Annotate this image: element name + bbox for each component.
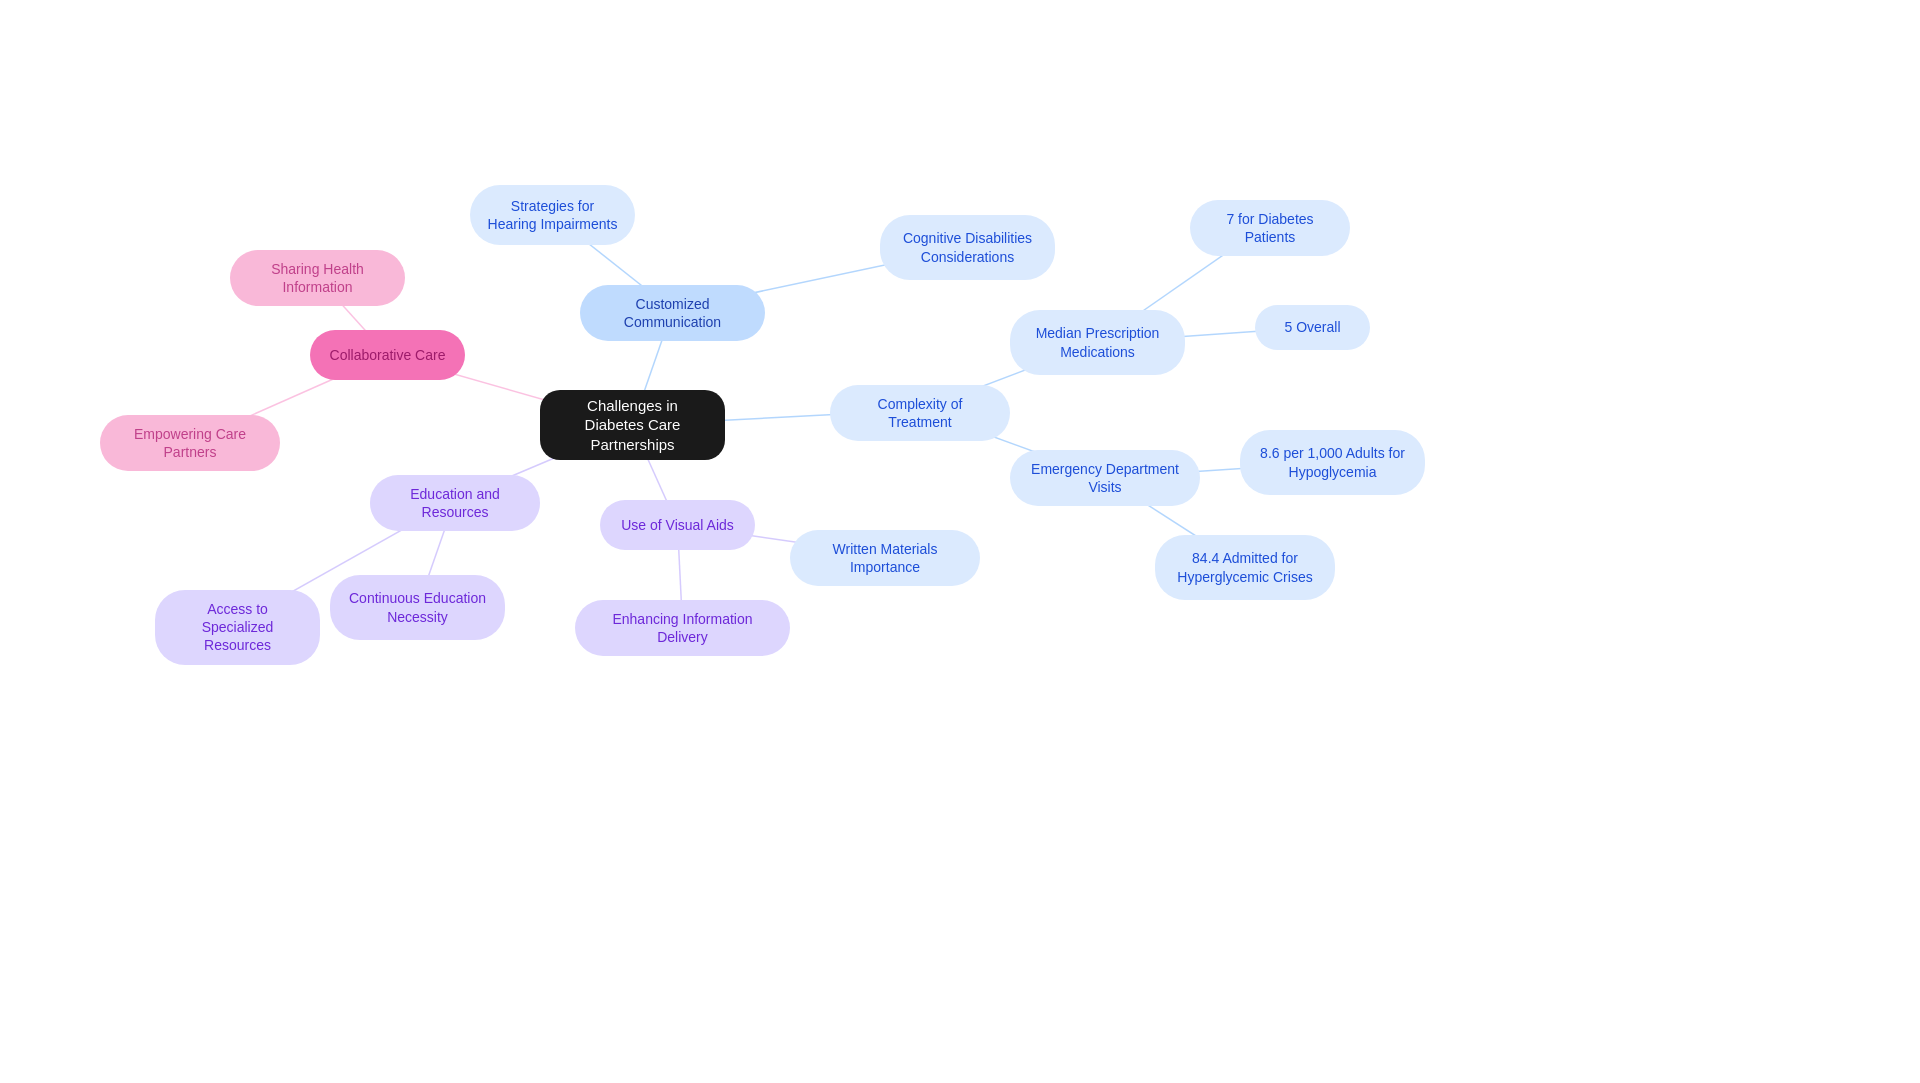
node-access_specialized[interactable]: Access to Specialized Resources bbox=[155, 590, 320, 665]
node-five_overall[interactable]: 5 Overall bbox=[1255, 305, 1370, 350]
node-complexity_treatment[interactable]: Complexity of Treatment bbox=[830, 385, 1010, 441]
node-center[interactable]: Challenges in Diabetes Care Partnerships bbox=[540, 390, 725, 460]
node-enhancing_info[interactable]: Enhancing Information Delivery bbox=[575, 600, 790, 656]
node-sharing_health[interactable]: Sharing Health Information bbox=[230, 250, 405, 306]
node-strategies_hearing[interactable]: Strategies for Hearing Impairments bbox=[470, 185, 635, 245]
mindmap-container: Challenges in Diabetes Care Partnerships… bbox=[0, 0, 1920, 1083]
node-cognitive_disabilities[interactable]: Cognitive Disabilities Considerations bbox=[880, 215, 1055, 280]
node-emergency_dept[interactable]: Emergency Department Visits bbox=[1010, 450, 1200, 506]
node-written_materials[interactable]: Written Materials Importance bbox=[790, 530, 980, 586]
node-empowering_care[interactable]: Empowering Care Partners bbox=[100, 415, 280, 471]
node-customized_communication[interactable]: Customized Communication bbox=[580, 285, 765, 341]
node-seven_diabetes[interactable]: 7 for Diabetes Patients bbox=[1190, 200, 1350, 256]
node-continuous_education[interactable]: Continuous Education Necessity bbox=[330, 575, 505, 640]
node-collaborative_care[interactable]: Collaborative Care bbox=[310, 330, 465, 380]
node-median_prescription[interactable]: Median Prescription Medications bbox=[1010, 310, 1185, 375]
node-eighty_four[interactable]: 84.4 Admitted for Hyperglycemic Crises bbox=[1155, 535, 1335, 600]
node-use_visual_aids[interactable]: Use of Visual Aids bbox=[600, 500, 755, 550]
node-eight_six[interactable]: 8.6 per 1,000 Adults for Hypoglycemia bbox=[1240, 430, 1425, 495]
node-education_resources[interactable]: Education and Resources bbox=[370, 475, 540, 531]
